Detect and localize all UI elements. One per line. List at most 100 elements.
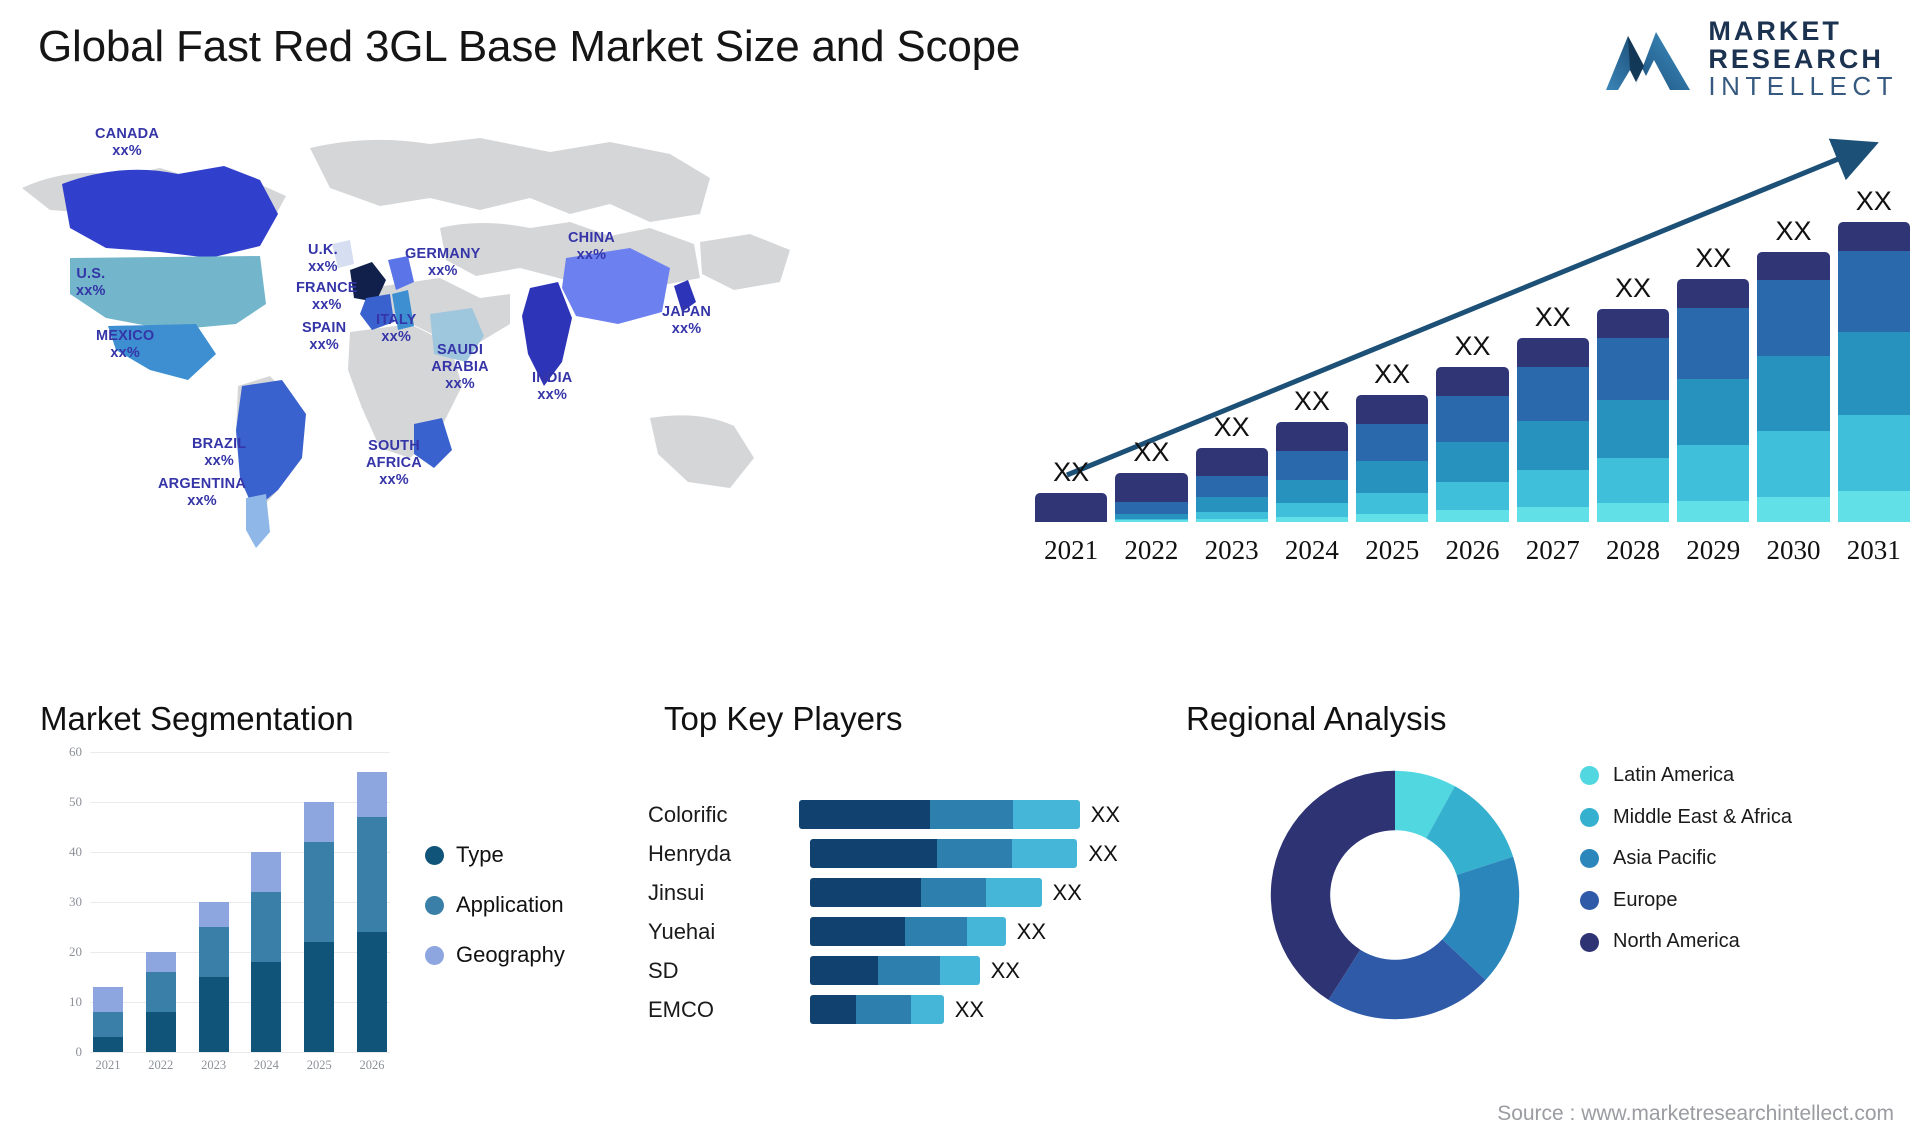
forecast-bar-segment — [1757, 280, 1830, 357]
map-label-pct: xx% — [427, 262, 458, 279]
map-label-pct: xx% — [445, 375, 475, 392]
forecast-bar-segment — [1837, 331, 1910, 415]
map-label-pct: xx% — [187, 492, 217, 509]
segmentation-legend-label: Application — [456, 892, 564, 917]
forecast-bar-column: XX — [1516, 301, 1589, 522]
map-label-italy: ITALY xx% — [376, 312, 416, 346]
forecast-bar-segment — [1436, 482, 1509, 511]
key-player-value: XX — [954, 996, 985, 1022]
forecast-bar-column: XX — [1596, 273, 1670, 522]
forecast-bar-column: XX — [1677, 243, 1750, 522]
segmentation-x-tick: 2025 — [306, 1058, 332, 1072]
segmentation-bar-column — [304, 752, 335, 1052]
legend-color-dot — [1580, 766, 1599, 786]
forecast-bar-segment — [1195, 447, 1268, 477]
forecast-bar-segment — [1115, 501, 1188, 514]
forecast-bar-segment — [1115, 473, 1188, 502]
forecast-stacked-bar — [1275, 422, 1349, 522]
market-segmentation-chart: 60 50 40 30 20 10 0 2021 2022 2023 2024 2025 2026 T… — [40, 742, 565, 1132]
segmentation-bar-segment — [251, 962, 282, 1052]
key-player-value: XX — [1088, 840, 1118, 866]
key-player-bar-segment — [855, 995, 912, 1024]
regional-legend-label: Europe — [1613, 888, 1678, 911]
legend-color-dot — [1580, 891, 1599, 911]
forecast-stacked-bar — [1677, 279, 1750, 522]
regional-donut-chart — [1270, 770, 1520, 1020]
segmentation-legend-item: Geography — [425, 942, 565, 968]
forecast-bar-segment — [1275, 516, 1349, 522]
forecast-stacked-bar — [1837, 222, 1910, 522]
forecast-bar-segment — [1837, 222, 1910, 251]
regional-analysis-chart: Latin America Middle East & Africa Asia Pa… — [1160, 742, 1900, 1132]
forecast-bar-value: XX — [1454, 331, 1491, 362]
legend-color-dot — [425, 845, 444, 865]
key-players-rows: Colorific XX Henryda XX Jinsui XX Yuehai XX SD XX… — [620, 800, 1120, 1024]
segmentation-bar-segment — [356, 817, 387, 932]
key-player-bar — [810, 956, 980, 985]
legend-color-dot — [1580, 932, 1599, 952]
forecast-bar-segment — [1596, 337, 1670, 401]
forecast-bar-column: XX — [1195, 412, 1268, 522]
source-text: Source : www.marketresearchintellect.com — [1497, 1102, 1894, 1125]
key-player-row: EMCO XX — [620, 995, 1120, 1024]
forecast-stacked-bar — [1035, 493, 1108, 522]
regional-legend-item: Asia Pacific — [1580, 847, 1792, 871]
forecast-bar-segment — [1035, 493, 1108, 522]
forecast-bar-segment — [1596, 457, 1670, 504]
regional-legend-item: Middle East & Africa — [1580, 806, 1792, 830]
key-player-bar — [799, 800, 1080, 829]
forecast-bar-value: XX — [1534, 301, 1571, 332]
key-player-bar-segment — [810, 995, 856, 1024]
map-label-spain: SPAIN xx% — [302, 320, 346, 354]
regional-legend-label: North America — [1613, 930, 1740, 953]
key-player-bar-segment — [920, 878, 987, 907]
regional-legend-item: Europe — [1580, 889, 1792, 913]
map-label-name: ARGENTINA — [158, 476, 246, 492]
map-label-saudi-arabia: SAUDI ARABIA xx% — [422, 342, 498, 392]
forecast-bar-value: XX — [1614, 273, 1651, 304]
logo-line-3: INTELLECT — [1708, 71, 1898, 102]
segmentation-legend-item: Type — [425, 842, 565, 868]
map-label-name: GERMANY — [405, 246, 481, 262]
key-player-bar-segment — [810, 878, 921, 907]
forecast-year-label: 2026 — [1445, 535, 1500, 565]
map-label-pct: xx% — [110, 344, 141, 361]
forecast-bar-value: XX — [1775, 215, 1812, 246]
segmentation-bar-segment — [93, 1037, 123, 1052]
logo-line-1: MARKET — [1708, 16, 1842, 46]
map-label-argentina: ARGENTINA xx% — [158, 476, 246, 510]
key-player-bar-segment — [810, 956, 879, 985]
key-player-name: Colorific — [648, 801, 728, 827]
forecast-bar-segment — [1275, 479, 1349, 504]
forecast-bar-segment — [1596, 503, 1670, 522]
forecast-bar-segment — [1516, 469, 1589, 507]
forecast-bar-column: XX — [1837, 186, 1910, 522]
key-player-name: Yuehai — [648, 918, 716, 944]
segmentation-y-tick: 60 — [69, 744, 82, 759]
segmentation-gridline: 0 — [76, 1044, 390, 1059]
forecast-year-label: 2029 — [1686, 535, 1741, 565]
forecast-bar-segment — [1757, 496, 1830, 522]
forecast-bar-segment — [1677, 308, 1750, 380]
map-label-france: FRANCE xx% — [296, 280, 358, 314]
key-player-name: Jinsui — [648, 879, 705, 905]
forecast-bar-column: XX — [1356, 359, 1429, 522]
market-segmentation-title: Market Segmentation — [40, 700, 354, 737]
regional-legend-label: Middle East & Africa — [1613, 805, 1792, 828]
segmentation-y-tick: 30 — [69, 894, 82, 909]
segmentation-bar-segment — [198, 902, 229, 927]
map-label-name: CHINA — [568, 230, 615, 246]
segmentation-bar-segment — [356, 932, 387, 1052]
segmentation-y-tick: 20 — [69, 944, 82, 959]
forecast-bar-segment — [1195, 476, 1268, 497]
forecast-bar-segment — [1195, 496, 1268, 512]
forecast-year-label: 2027 — [1525, 535, 1580, 565]
map-label-pct: xx% — [671, 320, 702, 337]
segmentation-bar-segment — [356, 772, 387, 817]
forecast-bar-segment — [1516, 420, 1589, 470]
key-player-bar-segment — [911, 995, 944, 1024]
segmentation-bar-segment — [198, 927, 229, 977]
forecast-year-label: 2021 — [1044, 535, 1099, 565]
forecast-bars: XX XX XX XX XX XX XX XX XX XX XX — [1035, 186, 1910, 522]
segmentation-legend-label: Geography — [456, 942, 565, 967]
